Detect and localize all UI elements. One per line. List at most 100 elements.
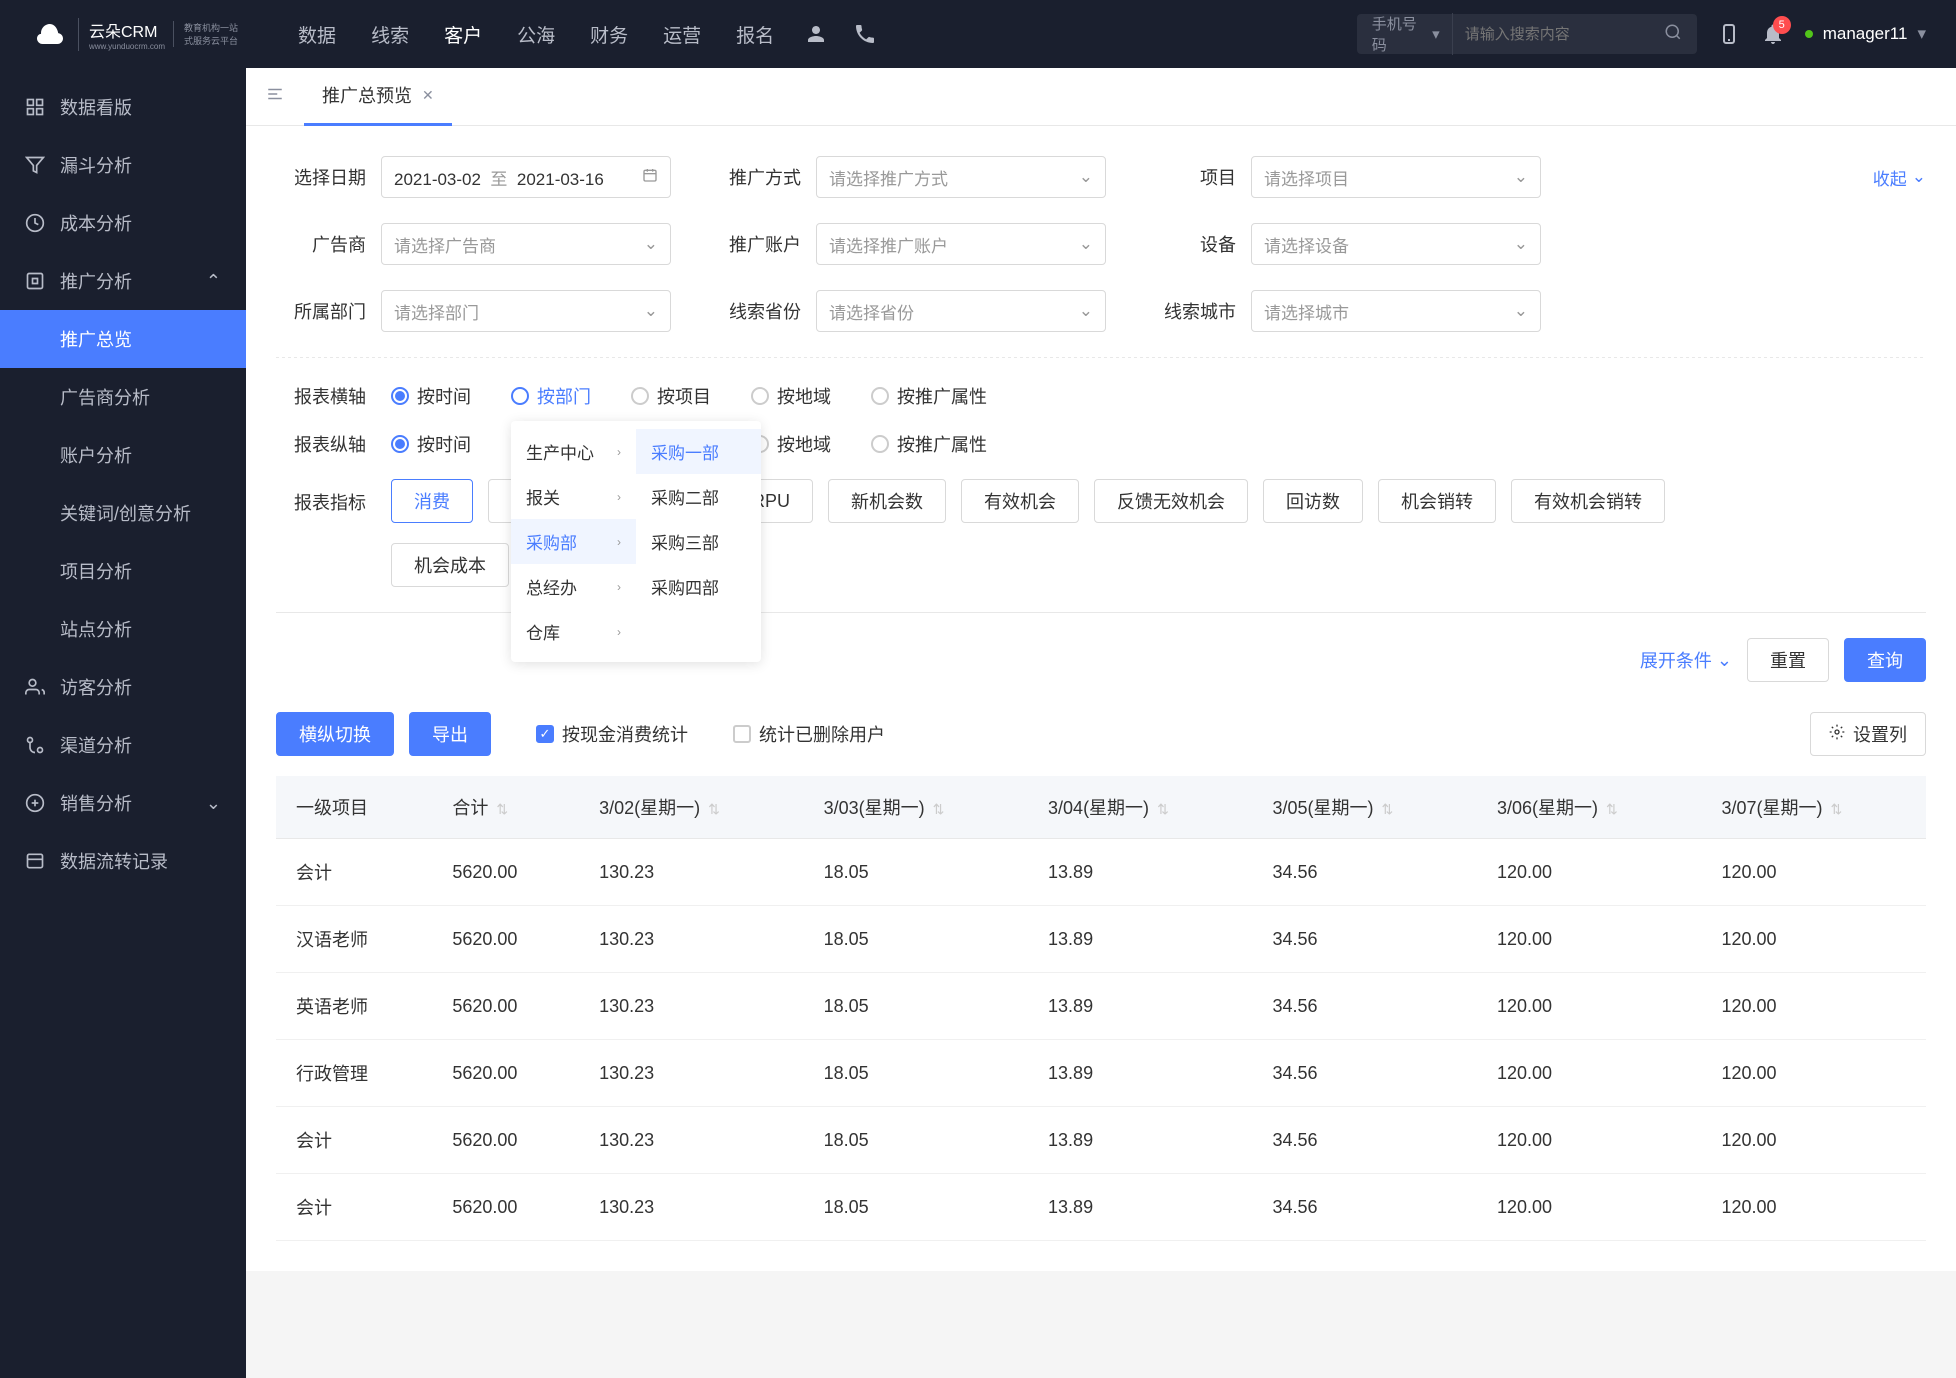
province-select[interactable]: 请选择省份 ⌄ (816, 290, 1106, 332)
metric-button[interactable]: 反馈无效机会 (1094, 479, 1248, 523)
nav-item[interactable]: 线索 (371, 21, 409, 48)
device-select[interactable]: 请选择设备 ⌄ (1251, 223, 1541, 265)
cascade-item[interactable]: 采购一部 (636, 429, 761, 474)
cascade-item[interactable]: 采购四部 (636, 564, 761, 609)
sidebar-item[interactable]: 项目分析 (0, 542, 246, 600)
nav-item[interactable]: 运营 (663, 21, 701, 48)
sidebar-item[interactable]: 推广分析⌃ (0, 252, 246, 310)
table-header-cell[interactable]: 合计 ⇅ (432, 776, 579, 839)
radio-option[interactable]: 按时间 (391, 383, 471, 409)
sidebar-item[interactable]: 访客分析 (0, 658, 246, 716)
table-cell: 130.23 (579, 1040, 803, 1107)
dept-select[interactable]: 请选择部门 ⌄ (381, 290, 671, 332)
table-cell: 英语老师 (276, 973, 432, 1040)
sidebar-item[interactable]: 推广总览 (0, 310, 246, 368)
sidebar-item[interactable]: 数据流转记录 (0, 832, 246, 890)
table-cell: 会计 (276, 1174, 432, 1241)
collapse-button[interactable]: 收起 ⌄ (1873, 165, 1926, 190)
cascade-item[interactable]: 采购三部 (636, 519, 761, 564)
metric-button[interactable]: 消费 (391, 479, 473, 523)
radio-option[interactable]: 按地域 (751, 431, 831, 457)
device-icon[interactable] (1717, 22, 1741, 46)
metric-button[interactable]: 机会销转 (1378, 479, 1496, 523)
export-button[interactable]: 导出 (409, 712, 491, 756)
metric-button[interactable]: 机会成本 (391, 543, 509, 587)
table-cell: 18.05 (804, 973, 1028, 1040)
tab-promo-overview[interactable]: 推广总预览 ✕ (304, 68, 452, 126)
radio-option[interactable]: 按时间 (391, 431, 471, 457)
table-header-cell[interactable]: 3/07(星期一) ⇅ (1701, 776, 1926, 839)
table-cell: 130.23 (579, 839, 803, 906)
method-select[interactable]: 请选择推广方式 ⌄ (816, 156, 1106, 198)
table-header-cell[interactable]: 一级项目 (276, 776, 432, 839)
nav-item[interactable]: 公海 (517, 21, 555, 48)
nav-item[interactable]: 数据 (298, 21, 336, 48)
configure-columns-button[interactable]: 设置列 (1810, 712, 1926, 756)
metric-button[interactable]: 回访数 (1263, 479, 1363, 523)
sort-icon: ⇅ (496, 801, 508, 817)
date-range-input[interactable]: 2021-03-02 至 2021-03-16 (381, 156, 671, 198)
sidebar-item-label: 关键词/创意分析 (60, 500, 191, 526)
table-cell: 5620.00 (432, 839, 579, 906)
radio-icon (871, 435, 889, 453)
search-input[interactable] (1465, 26, 1664, 43)
sidebar-item[interactable]: 关键词/创意分析 (0, 484, 246, 542)
sidebar-item[interactable]: 漏斗分析 (0, 136, 246, 194)
sidebar-item[interactable]: 销售分析⌄ (0, 774, 246, 832)
table-header-cell[interactable]: 3/03(星期一) ⇅ (804, 776, 1028, 839)
notification-bell[interactable]: 5 (1761, 22, 1785, 46)
account-select[interactable]: 请选择推广账户 ⌄ (816, 223, 1106, 265)
sidebar-item[interactable]: 账户分析 (0, 426, 246, 484)
sidebar-item[interactable]: 广告商分析 (0, 368, 246, 426)
sidebar-item[interactable]: 渠道分析 (0, 716, 246, 774)
metric-button[interactable]: 有效机会 (961, 479, 1079, 523)
sidebar-item[interactable]: 成本分析 (0, 194, 246, 252)
radio-option[interactable]: 按项目 (631, 383, 711, 409)
table-header-cell[interactable]: 3/02(星期一) ⇅ (579, 776, 803, 839)
table-row: 汉语老师5620.00130.2318.0513.8934.56120.0012… (276, 906, 1926, 973)
table-header-cell[interactable]: 3/05(星期一) ⇅ (1253, 776, 1477, 839)
menu-toggle-icon[interactable] (266, 85, 284, 108)
radio-option[interactable]: 按推广属性 (871, 383, 987, 409)
radio-option[interactable]: 按部门 (511, 383, 591, 409)
project-select[interactable]: 请选择项目 ⌄ (1251, 156, 1541, 198)
metric-button[interactable]: 有效机会销转 (1511, 479, 1665, 523)
deleted-stat-checkbox[interactable]: 统计已删除用户 (733, 721, 885, 747)
cascade-item[interactable]: 采购二部 (636, 474, 761, 519)
toggle-axis-button[interactable]: 横纵切换 (276, 712, 394, 756)
user-menu[interactable]: manager11 ▾ (1805, 24, 1926, 44)
sidebar-item[interactable]: 站点分析 (0, 600, 246, 658)
search-box[interactable]: 手机号码 ▾ (1357, 14, 1697, 54)
expand-conditions-button[interactable]: 展开条件 ⌄ (1640, 647, 1732, 673)
advertiser-select[interactable]: 请选择广告商 ⌄ (381, 223, 671, 265)
query-button[interactable]: 查询 (1844, 638, 1926, 682)
table-header-cell[interactable]: 3/04(星期一) ⇅ (1028, 776, 1252, 839)
nav-item[interactable]: 客户 (444, 21, 482, 48)
search-icon[interactable] (1664, 23, 1682, 46)
tab-bar: 推广总预览 ✕ (246, 68, 1956, 126)
h-axis-label: 报表横轴 (276, 383, 366, 409)
cash-stat-checkbox[interactable]: 按现金消费统计 (536, 721, 688, 747)
cascade-item[interactable]: 仓库› (511, 609, 636, 654)
radio-icon (751, 387, 769, 405)
table-cell: 汉语老师 (276, 906, 432, 973)
radio-option[interactable]: 按地域 (751, 383, 831, 409)
cascade-item[interactable]: 采购部› (511, 519, 636, 564)
sidebar-item[interactable]: 数据看版 (0, 78, 246, 136)
metric-button[interactable]: 新机会数 (828, 479, 946, 523)
close-icon[interactable]: ✕ (422, 87, 434, 104)
radio-option[interactable]: 按推广属性 (871, 431, 987, 457)
cascade-item[interactable]: 报关› (511, 474, 636, 519)
phone-icon[interactable] (853, 22, 877, 46)
chevron-down-icon: ▾ (1917, 24, 1926, 44)
user-icon[interactable] (804, 22, 828, 46)
reset-button[interactable]: 重置 (1747, 638, 1829, 682)
search-type-select[interactable]: 手机号码 ▾ (1372, 13, 1453, 55)
cascade-item[interactable]: 生产中心› (511, 429, 636, 474)
logo[interactable]: 云朵CRM www.yunduocrm.com 教育机构一站 式服务云平台 (30, 14, 238, 54)
city-select[interactable]: 请选择城市 ⌄ (1251, 290, 1541, 332)
nav-item[interactable]: 报名 (736, 21, 774, 48)
nav-item[interactable]: 财务 (590, 21, 628, 48)
table-header-cell[interactable]: 3/06(星期一) ⇅ (1477, 776, 1701, 839)
cascade-item[interactable]: 总经办› (511, 564, 636, 609)
